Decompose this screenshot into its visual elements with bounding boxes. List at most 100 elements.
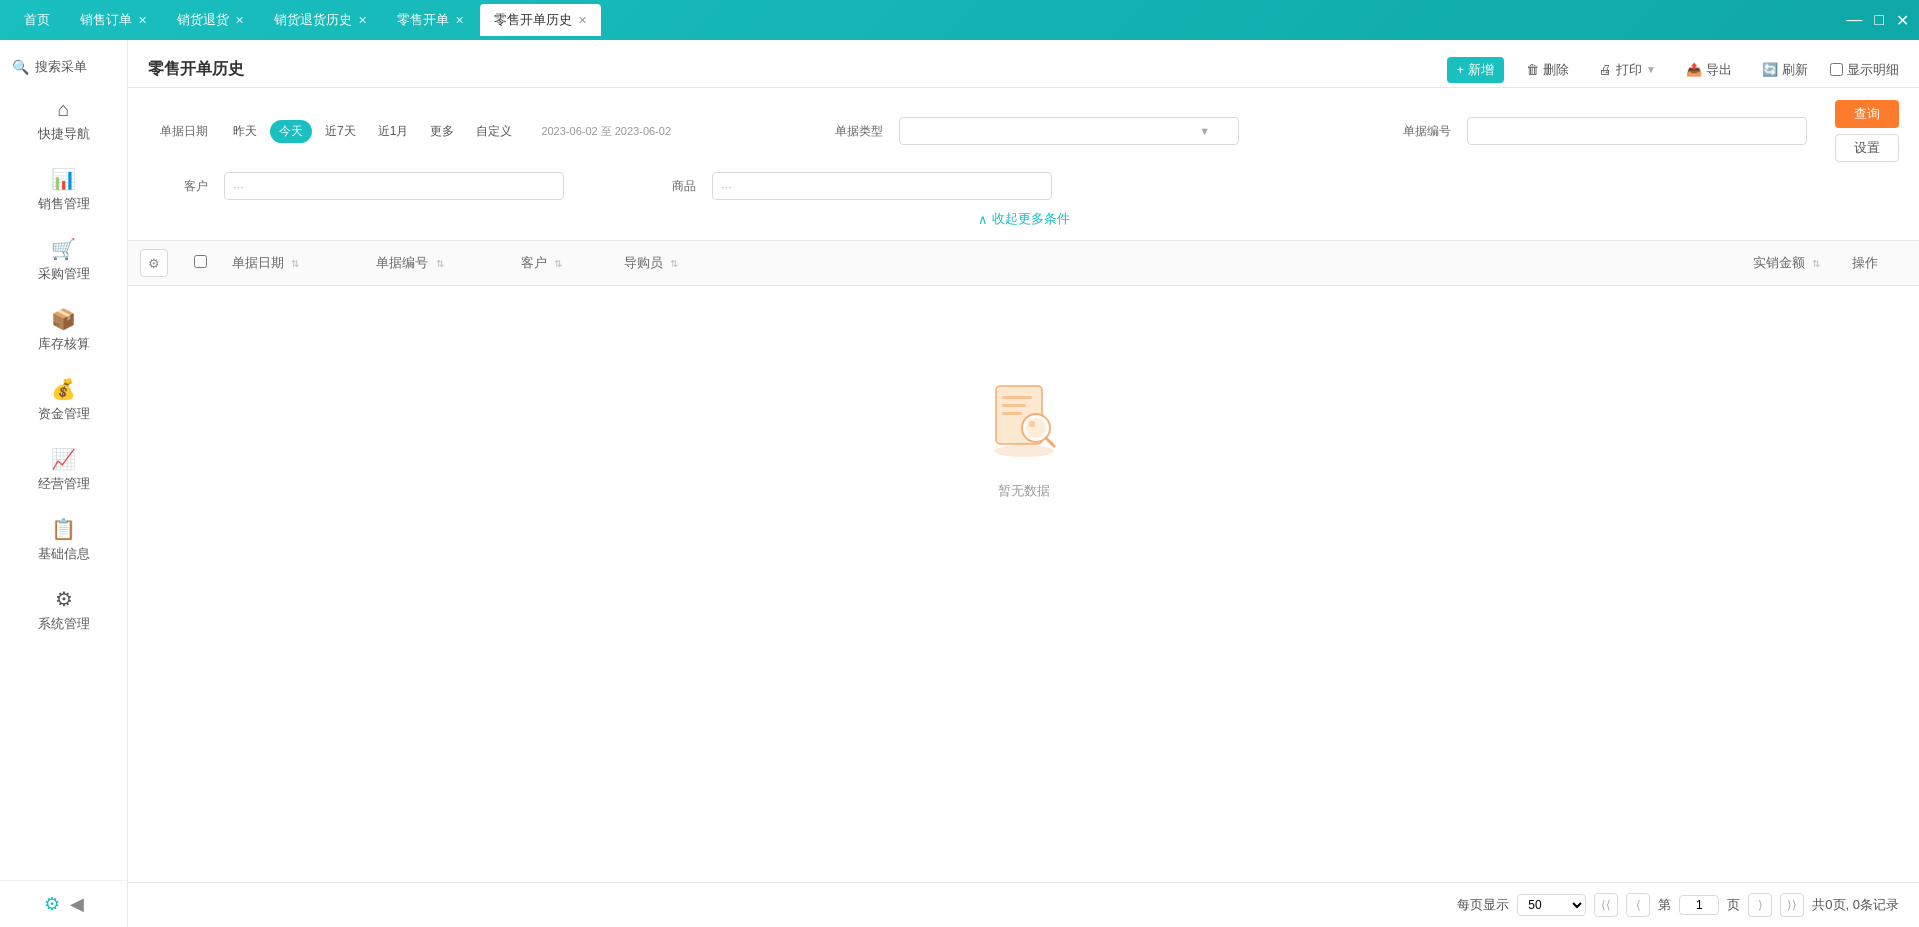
main-layout: 🔍 搜索采单 ⌂ 快捷导航 📊 销售管理 🛒 采购管理 📦 库存核算 💰 资金管… [0,40,1919,927]
number-sort-icon[interactable]: ⇅ [436,258,444,269]
refresh-button[interactable]: 🔄 刷新 [1754,57,1816,83]
tab-retail-open-history[interactable]: 零售开单历史✕ [480,4,601,36]
prev-page-btn[interactable]: ⟨ [1626,893,1650,917]
tab-close-sales-return-history[interactable]: ✕ [358,14,367,27]
delete-button[interactable]: 🗑 删除 [1518,57,1577,83]
data-table: ⚙ 单据日期 ⇅ 单据编号 ⇅ [128,241,1919,286]
export-icon: 📤 [1686,62,1702,77]
sidebar-item-purchase-mgmt[interactable]: 🛒 采购管理 [0,225,127,295]
sidebar-item-quick-nav[interactable]: ⌂ 快捷导航 [0,86,127,155]
tab-close-retail-open-history[interactable]: ✕ [578,14,587,27]
sidebar-item-system[interactable]: ⚙ 系统管理 [0,575,127,645]
export-button[interactable]: 📤 导出 [1678,57,1740,83]
sidebar-icon-operations: 📈 [51,447,76,471]
tab-close-sales-return[interactable]: ✕ [235,14,244,27]
query-button[interactable]: 查询 [1835,100,1899,128]
sidebar-search[interactable]: 🔍 搜索采单 [0,48,127,86]
select-all-checkbox[interactable] [194,255,207,268]
add-label: 新增 [1468,61,1494,79]
show-detail-label: 显示明细 [1847,61,1899,79]
add-icon: + [1457,62,1465,77]
th-number: 单据编号 ⇅ [364,241,508,286]
sidebar-label-purchase-mgmt: 采购管理 [38,265,90,283]
table-header-row: ⚙ 单据日期 ⇅ 单据编号 ⇅ [128,241,1919,286]
th-checkbox[interactable] [180,241,220,286]
date-btn-last1m[interactable]: 近1月 [369,120,418,143]
collapse-icon[interactable]: ◀ [70,893,84,915]
empty-illustration [974,366,1074,466]
type-select[interactable]: ▼ [899,117,1239,145]
date-sort-icon[interactable]: ⇅ [291,258,299,269]
empty-text: 暂无数据 [998,482,1050,500]
sidebar: 🔍 搜索采单 ⌂ 快捷导航 📊 销售管理 🛒 采购管理 📦 库存核算 💰 资金管… [0,40,128,927]
add-button[interactable]: + 新增 [1447,57,1505,83]
collapse-btn[interactable]: ∧ 收起更多条件 [978,210,1070,228]
customer-sort-icon[interactable]: ⇅ [554,258,562,269]
sidebar-item-finance[interactable]: 💰 资金管理 [0,365,127,435]
tab-close-sales-order[interactable]: ✕ [138,14,147,27]
sidebar-item-inventory[interactable]: 📦 库存核算 [0,295,127,365]
th-guide: 导购员 ⇅ [612,241,736,286]
next-page-btn[interactable]: ⟩ [1748,893,1772,917]
date-btn-yesterday[interactable]: 昨天 [224,120,266,143]
tab-home[interactable]: 首页 [10,4,64,36]
th-customer: 客户 ⇅ [509,241,612,286]
th-guide-label: 导购员 [624,255,663,270]
tab-retail-open[interactable]: 零售开单✕ [383,4,478,36]
th-customer-label: 客户 [521,255,547,270]
sidebar-item-base-info[interactable]: 📋 基础信息 [0,505,127,575]
top-bar: 首页销售订单✕销货退货✕销货退货历史✕零售开单✕零售开单历史✕ — □ ✕ [0,0,1919,40]
sidebar-label-inventory: 库存核算 [38,335,90,353]
filter-row-1: 单据日期 昨天今天近7天近1月更多自定义 2023-06-02 至 2023-0… [148,100,1899,162]
date-btn-custom[interactable]: 自定义 [467,120,521,143]
first-page-btn[interactable]: ⟨⟨ [1594,893,1618,917]
th-settings[interactable]: ⚙ [128,241,180,286]
minimize-btn[interactable]: — [1846,11,1862,29]
number-input[interactable] [1467,117,1807,145]
filter-area: 单据日期 昨天今天近7天近1月更多自定义 2023-06-02 至 2023-0… [128,88,1919,241]
type-label: 单据类型 [823,123,883,140]
pagination: 每页显示 50 100 200 ⟨⟨ ⟨ 第 页 ⟩ ⟩⟩ 共0页, 0条记录 [128,882,1919,927]
amount-sort-icon[interactable]: ⇅ [1812,258,1820,269]
date-btn-more[interactable]: 更多 [421,120,463,143]
column-settings-btn[interactable]: ⚙ [140,249,168,277]
last-page-btn[interactable]: ⟩⟩ [1780,893,1804,917]
sidebar-label-base-info: 基础信息 [38,545,90,563]
guide-sort-icon[interactable]: ⇅ [670,258,678,269]
show-detail-toggle[interactable]: 显示明细 [1830,61,1899,79]
th-amount-label: 实销金额 [1753,255,1805,270]
sidebar-item-sales-mgmt[interactable]: 📊 销售管理 [0,155,127,225]
settings-form-button[interactable]: 设置 [1835,134,1899,162]
filter-row-2: 客户 ··· 商品 ··· [148,172,1899,200]
goods-input[interactable]: ··· [712,172,1052,200]
print-label: 打印 [1616,61,1642,79]
close-btn[interactable]: ✕ [1896,11,1909,30]
type-dropdown-icon: ▼ [1199,125,1210,137]
page-input[interactable] [1679,895,1719,915]
tab-label-sales-return-history: 销货退货历史 [274,11,352,29]
tab-close-retail-open[interactable]: ✕ [455,14,464,27]
customer-input[interactable]: ··· [224,172,564,200]
tab-sales-order[interactable]: 销售订单✕ [66,4,161,36]
total-info: 共0页, 0条记录 [1812,896,1899,914]
page-header: 零售开单历史 + 新增 🗑 删除 🖨 打印 ▼ 📤 导出 [128,40,1919,88]
page-size-select[interactable]: 50 100 200 [1517,894,1586,916]
page-label-pre: 第 [1658,896,1671,914]
tab-sales-return-history[interactable]: 销货退货历史 ✕ [260,4,381,36]
refresh-icon: 🔄 [1762,62,1778,77]
print-button[interactable]: 🖨 打印 ▼ [1591,57,1664,83]
sidebar-items: ⌂ 快捷导航 📊 销售管理 🛒 采购管理 📦 库存核算 💰 资金管理 📈 经营管… [0,86,127,645]
date-btn-today[interactable]: 今天 [270,120,312,143]
settings-icon[interactable]: ⚙ [44,893,60,915]
collapse-icon: ∧ [978,212,988,227]
th-action-label: 操作 [1852,255,1878,270]
maximize-btn[interactable]: □ [1874,11,1884,29]
sidebar-search-label: 搜索采单 [35,58,87,76]
date-btn-last7[interactable]: 近7天 [316,120,365,143]
show-detail-checkbox[interactable] [1830,63,1843,76]
th-spacer [735,241,1683,286]
tab-sales-return[interactable]: 销货退货✕ [163,4,258,36]
th-date: 单据日期 ⇅ [220,241,364,286]
page-title: 零售开单历史 [148,59,244,80]
sidebar-item-operations[interactable]: 📈 经营管理 [0,435,127,505]
